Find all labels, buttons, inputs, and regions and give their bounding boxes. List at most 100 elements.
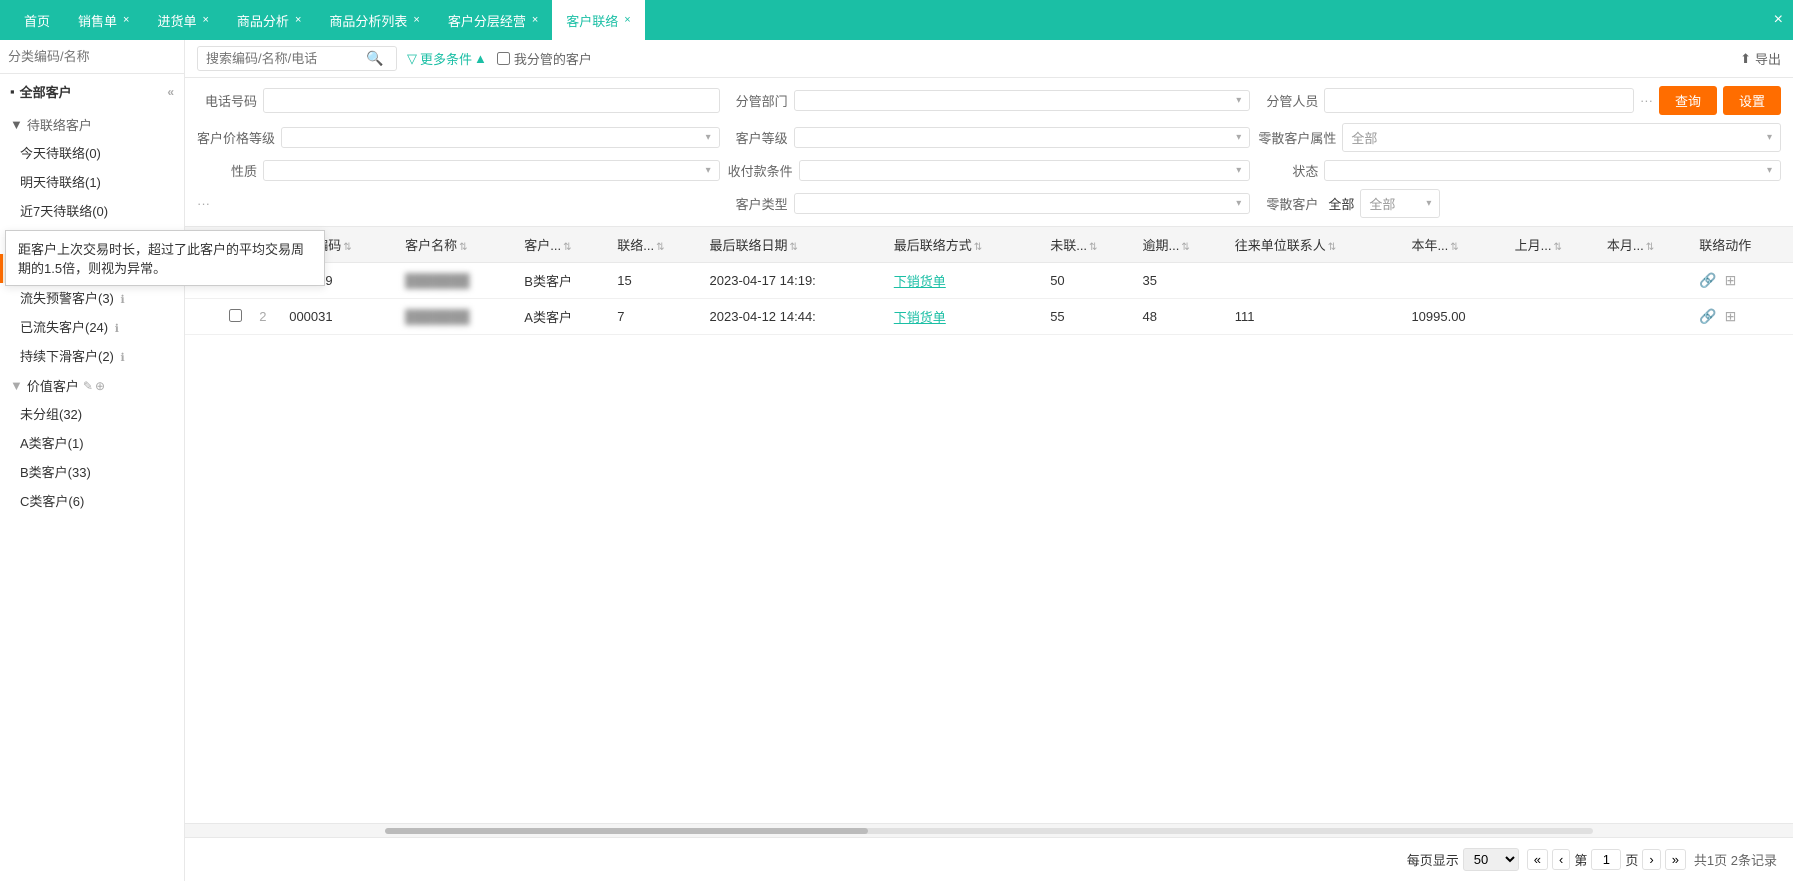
filter-all-text: 全部 [1328, 194, 1354, 213]
scroll-track[interactable] [385, 828, 1593, 834]
col-last-contact-method[interactable]: 最后联络方式⇅ [888, 227, 1044, 263]
filter-select-scatter-customer[interactable]: 全部 ▾ [1360, 189, 1440, 218]
col-last-month[interactable]: 上月...⇅ [1509, 227, 1601, 263]
filter-label-nature: 性质 [197, 161, 257, 180]
col-last-contact-date[interactable]: 最后联络日期⇅ [704, 227, 888, 263]
col-customer-name[interactable]: 客户名称⇅ [399, 227, 518, 263]
row2-checkbox[interactable] [223, 299, 253, 335]
filter-row-scatter-customer: 零散客户 全部 全部 ▾ [1258, 189, 1781, 218]
export-btn[interactable]: ⬆ 导出 [1740, 49, 1781, 68]
search-input[interactable] [206, 51, 366, 66]
export-icon: ⬆ [1740, 51, 1751, 67]
edit-group-icon[interactable]: ✎ [83, 379, 93, 393]
last-page-btn[interactable]: » [1665, 849, 1686, 870]
my-customers-checkbox[interactable] [497, 52, 510, 65]
tab-customer-layer[interactable]: 客户分层经营 × [434, 0, 552, 40]
sidebar-search-box[interactable]: 🔍 [0, 40, 184, 74]
first-page-btn[interactable]: « [1527, 849, 1548, 870]
row2-checkbox-input[interactable] [229, 309, 242, 322]
close-window-button[interactable]: × [1774, 11, 1783, 29]
query-button[interactable]: 查询 [1659, 86, 1717, 115]
collapse-sidebar-btn[interactable]: « [167, 85, 174, 99]
sidebar-item-7days[interactable]: 近7天待联络(0) [0, 196, 184, 225]
close-tab-analysis[interactable]: × [295, 14, 301, 26]
scroll-thumb[interactable] [385, 828, 868, 834]
search-icon[interactable]: 🔍 [366, 50, 383, 67]
row1-last-date: 2023-04-17 14:19: [704, 263, 888, 299]
sidebar-item-loss-warning[interactable]: 流失预警客户(3) ℹ [0, 283, 184, 312]
sidebar-item-today[interactable]: 今天待联络(0) [0, 138, 184, 167]
filter-select-dept[interactable]: ▾ [794, 90, 1251, 111]
tab-analysis[interactable]: 商品分析 × [223, 0, 315, 40]
filter-input-person[interactable] [1324, 88, 1634, 113]
row2-last-method[interactable]: 下销货单 [888, 299, 1044, 335]
tab-purchase[interactable]: 进货单 × [143, 0, 222, 40]
close-tab-customer-layer[interactable]: × [532, 14, 538, 26]
filter-select-price-level[interactable]: ▾ [281, 127, 720, 148]
horizontal-scrollbar[interactable] [185, 823, 1793, 837]
tab-customer-contact[interactable]: 客户联络 × [552, 0, 644, 40]
row2-link-icon[interactable]: 🔗 [1699, 308, 1716, 325]
per-page-selector[interactable]: 每页显示 50 100 200 [1407, 848, 1519, 871]
filter-row-scatter-attr: 零散客户属性 全部 ▾ [1258, 123, 1781, 152]
extra-dots-btn[interactable]: ··· [197, 196, 210, 211]
per-page-select[interactable]: 50 100 200 [1463, 848, 1519, 871]
sidebar-item-b-class[interactable]: B类客户(33) [0, 457, 184, 486]
person-dots-btn[interactable]: ··· [1640, 93, 1653, 108]
sidebar-search-input[interactable] [8, 49, 184, 64]
sidebar-item-c-class[interactable]: C类客户(6) [0, 486, 184, 515]
row1-grid-icon[interactable]: ⊞ [1725, 272, 1737, 289]
filter-label-customer-level: 客户等级 [728, 128, 788, 147]
sidebar-value-customer-group[interactable]: ▼ 价值客户 ✎ ⊕ [0, 370, 184, 399]
col-unit-contacts[interactable]: 往来单位联系人⇅ [1229, 227, 1406, 263]
col-this-year[interactable]: 本年...⇅ [1405, 227, 1508, 263]
filter-select-nature[interactable]: ▾ [263, 160, 720, 181]
more-conditions-btn[interactable]: ▽ 更多条件 ▲ [407, 49, 487, 68]
sidebar-item-tomorrow[interactable]: 明天待联络(1) [0, 167, 184, 196]
col-this-month[interactable]: 本月...⇅ [1601, 227, 1693, 263]
close-tab-customer-contact[interactable]: × [624, 14, 630, 26]
sidebar-item-ungrouped[interactable]: 未分组(32) [0, 399, 184, 428]
row2-grid-icon[interactable]: ⊞ [1725, 308, 1737, 325]
col-uncontacted[interactable]: 未联...⇅ [1044, 227, 1136, 263]
filter-select-customer-level[interactable]: ▾ [794, 127, 1251, 148]
row1-link-icon[interactable]: 🔗 [1699, 272, 1716, 289]
row2-last-date: 2023-04-12 14:44: [704, 299, 888, 335]
filter-select-status[interactable]: ▾ [1324, 160, 1781, 181]
filter-row-status: 状态 ▾ [1258, 160, 1781, 181]
sidebar-all-customers[interactable]: ▪ 全部客户 « [0, 74, 184, 109]
tab-analysis-list[interactable]: 商品分析列表 × [315, 0, 433, 40]
sidebar-item-a-class[interactable]: A类客户(1) [0, 428, 184, 457]
col-contacts[interactable]: 联络...⇅ [611, 227, 703, 263]
prev-page-btn[interactable]: ‹ [1552, 849, 1570, 870]
set-button[interactable]: 设置 [1723, 86, 1781, 115]
close-tab-sales[interactable]: × [123, 14, 129, 26]
close-tab-analysis-list[interactable]: × [413, 14, 419, 26]
filter-input-phone[interactable] [263, 88, 720, 113]
sidebar-item-lost[interactable]: 已流失客户(24) ℹ [0, 312, 184, 341]
row1-this-year [1405, 263, 1508, 299]
row1-last-method[interactable]: 下销货单 [888, 263, 1044, 299]
my-customers-toggle[interactable]: 我分管的客户 [497, 49, 592, 68]
info-icon-declining: ℹ [121, 352, 125, 364]
filter-label-person: 分管人员 [1258, 91, 1318, 110]
next-page-btn[interactable]: › [1642, 849, 1660, 870]
tab-sales[interactable]: 销售单 × [64, 0, 143, 40]
filter-row-customer-level: 客户等级 ▾ [728, 123, 1251, 152]
sort-icon-2: ⇅ [459, 242, 467, 253]
col-customer-type[interactable]: 客户...⇅ [518, 227, 611, 263]
info-icon-lost: ℹ [115, 323, 119, 335]
search-box[interactable]: 🔍 [197, 46, 397, 71]
row1-uncontacted: 50 [1044, 263, 1136, 299]
tab-home[interactable]: 首页 [10, 0, 64, 40]
current-page-input[interactable] [1591, 849, 1621, 870]
filter-select-customer-type[interactable]: ▾ [794, 193, 1251, 214]
close-tab-purchase[interactable]: × [202, 14, 208, 26]
sidebar-item-declining[interactable]: 持续下滑客户(2) ℹ [0, 341, 184, 370]
sidebar-group-pending[interactable]: ▼ 待联络客户 [0, 109, 184, 138]
add-group-icon[interactable]: ⊕ [95, 379, 105, 393]
filter-select-scatter-attr[interactable]: 全部 ▾ [1342, 123, 1781, 152]
filter-select-payment[interactable]: ▾ [799, 160, 1251, 181]
row2-contacts: 7 [611, 299, 703, 335]
col-overdue[interactable]: 逾期...⇅ [1136, 227, 1228, 263]
